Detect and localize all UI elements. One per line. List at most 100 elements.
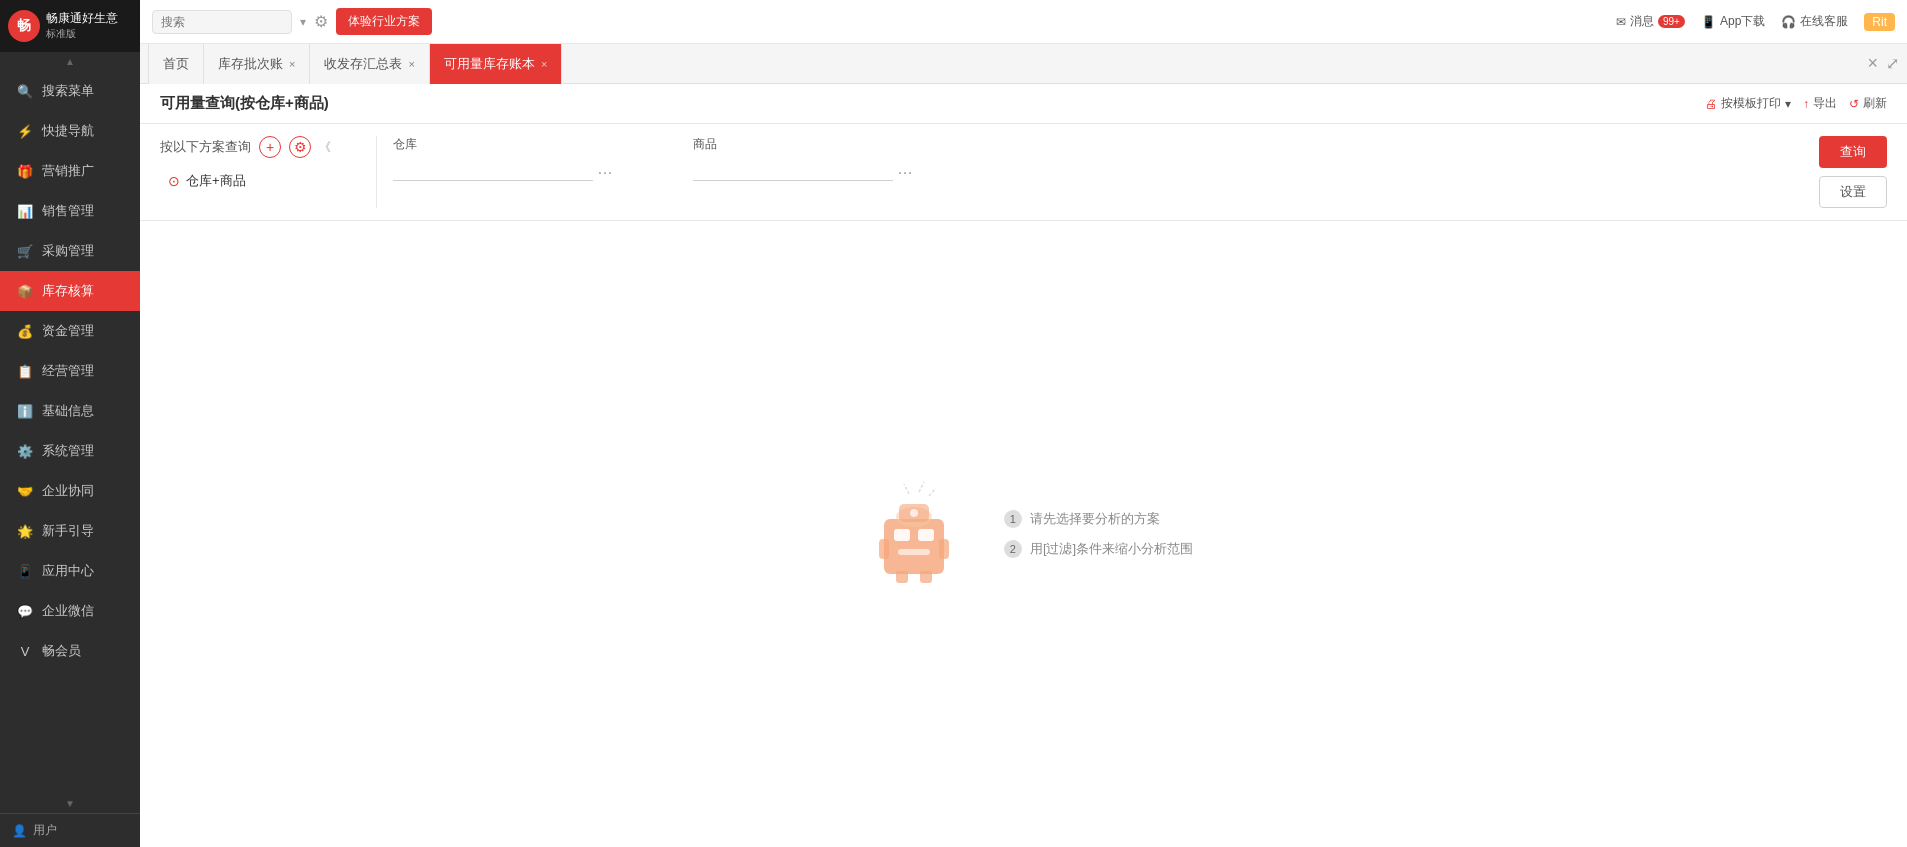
tab-inventory-summary-close[interactable]: ×	[408, 58, 414, 70]
svg-rect-5	[939, 539, 949, 559]
empty-hint-1-text: 请先选择要分析的方案	[1030, 510, 1160, 528]
box-icon: 📦	[16, 282, 34, 300]
print-button[interactable]: 🖨 按模板打印 ▾	[1705, 95, 1791, 112]
filter-field-product-label: 商品	[693, 136, 973, 153]
sidebar-scroll-up[interactable]: ▲	[0, 52, 140, 71]
sidebar-item-guide[interactable]: 🌟 新手引导	[0, 511, 140, 551]
step-2-number: 2	[1004, 540, 1022, 558]
sidebar-scroll-down[interactable]: ▼	[0, 794, 140, 813]
logo-icon: 畅	[8, 10, 40, 42]
clipboard-icon: 📋	[16, 362, 34, 380]
tab-available-ledger[interactable]: 可用量库存账本 ×	[430, 44, 562, 84]
sidebar-item-finance[interactable]: 💰 资金管理	[0, 311, 140, 351]
sidebar-item-label: 经营管理	[42, 362, 94, 380]
svg-rect-0	[884, 519, 944, 574]
online-service-button[interactable]: 🎧 在线客服	[1781, 13, 1848, 30]
settings-button[interactable]: 设置	[1819, 176, 1887, 208]
filter-divider	[376, 136, 377, 208]
filter-collapse-button[interactable]: 《	[319, 139, 331, 156]
empty-illustration	[854, 474, 974, 594]
handshake-icon: 🤝	[16, 482, 34, 500]
sidebar-header: 畅 畅康通好生意 标准版	[0, 0, 140, 52]
dropdown-icon[interactable]: ▾	[300, 15, 306, 29]
sidebar-item-vip[interactable]: V 畅会员	[0, 631, 140, 671]
sidebar-item-label: 销售管理	[42, 202, 94, 220]
sidebar-item-operation[interactable]: 📋 经营管理	[0, 351, 140, 391]
filter-field-product: 商品 …	[693, 136, 973, 181]
tabs-close-all-button[interactable]: ×	[1859, 53, 1886, 74]
sidebar-item-search[interactable]: 🔍 搜索菜单	[0, 71, 140, 111]
filter-fields: 仓库 … 商品 …	[393, 136, 1819, 181]
sidebar-bottom-user[interactable]: 👤 用户	[0, 813, 140, 847]
svg-rect-1	[894, 529, 910, 541]
sidebar-item-wechat[interactable]: 💬 企业微信	[0, 591, 140, 631]
sidebar-item-label: 应用中心	[42, 562, 94, 580]
export-button[interactable]: ↑ 导出	[1803, 95, 1837, 112]
filter-field-warehouse-input-row: …	[393, 157, 673, 181]
tab-batch-account-close[interactable]: ×	[289, 58, 295, 70]
sidebar-item-sales[interactable]: 📊 销售管理	[0, 191, 140, 231]
filter-add-button[interactable]: +	[259, 136, 281, 158]
sidebar-item-label: 快捷导航	[42, 122, 94, 140]
svg-rect-6	[896, 571, 908, 583]
empty-state: 1 请先选择要分析的方案 2 用[过滤]条件来缩小分析范围	[140, 221, 1907, 847]
app-download-button[interactable]: 📱 App下载	[1701, 13, 1765, 30]
sidebar-item-shortcut[interactable]: ⚡ 快捷导航	[0, 111, 140, 151]
sidebar-item-label: 畅会员	[42, 642, 81, 660]
tabs-expand-button[interactable]: ⤢	[1886, 54, 1899, 73]
topbar-search-input[interactable]	[152, 10, 292, 34]
user-icon: 👤	[12, 824, 27, 838]
tab-available-ledger-label: 可用量库存账本	[444, 55, 535, 73]
sidebar-menu: 🔍 搜索菜单 ⚡ 快捷导航 🎁 营销推广 📊 销售管理 🛒 采购管理 📦 库存核…	[0, 71, 140, 794]
tab-home[interactable]: 首页	[148, 44, 204, 84]
tab-batch-account-label: 库存批次账	[218, 55, 283, 73]
filter-product-input[interactable]	[693, 157, 893, 181]
sidebar: 畅 畅康通好生意 标准版 ▲ 🔍 搜索菜单 ⚡ 快捷导航 🎁 营销推广 📊 销售…	[0, 0, 140, 847]
search-nav-icon: 🔍	[16, 82, 34, 100]
star-icon: 🌟	[16, 522, 34, 540]
message-badge: 99+	[1658, 15, 1685, 28]
money-icon: 💰	[16, 322, 34, 340]
sidebar-item-marketing[interactable]: 🎁 营销推广	[0, 151, 140, 191]
tab-home-label: 首页	[163, 55, 189, 73]
filter-product-more-icon[interactable]: …	[897, 160, 913, 178]
sidebar-item-enterprise[interactable]: 🤝 企业协同	[0, 471, 140, 511]
topbar: ▾ ⚙ 体验行业方案 ✉ 消息 99+ 📱 App下载 🎧 在线客服 Rit	[140, 0, 1907, 44]
tab-available-ledger-close[interactable]: ×	[541, 58, 547, 70]
sidebar-item-purchase[interactable]: 🛒 采购管理	[0, 231, 140, 271]
sidebar-item-basic[interactable]: ℹ️ 基础信息	[0, 391, 140, 431]
svg-point-10	[910, 509, 918, 517]
filter-warehouse-more-icon[interactable]: …	[597, 160, 613, 178]
refresh-icon: ↺	[1849, 97, 1859, 111]
sidebar-item-appcenter[interactable]: 📱 应用中心	[0, 551, 140, 591]
tabs-bar: 首页 库存批次账 × 收发存汇总表 × 可用量库存账本 × × ⤢	[140, 44, 1907, 84]
sidebar-subtitle: 标准版	[46, 27, 118, 41]
message-label: 消息	[1630, 13, 1654, 30]
tab-batch-account[interactable]: 库存批次账 ×	[204, 44, 310, 84]
refresh-button[interactable]: ↺ 刷新	[1849, 95, 1887, 112]
empty-hint-2: 2 用[过滤]条件来缩小分析范围	[1004, 540, 1193, 558]
trial-industry-button[interactable]: 体验行业方案	[336, 8, 432, 35]
export-label: 导出	[1813, 95, 1837, 112]
svg-line-12	[919, 482, 924, 492]
filter-field-warehouse-label: 仓库	[393, 136, 673, 153]
mobile-icon: 📱	[16, 562, 34, 580]
message-icon: ✉	[1616, 15, 1626, 29]
wechat-icon: 💬	[16, 602, 34, 620]
refresh-label: 刷新	[1863, 95, 1887, 112]
filter-option-warehouse-product[interactable]: ⊙ 仓库+商品	[160, 166, 360, 196]
print-dropdown-icon: ▾	[1785, 97, 1791, 111]
user-avatar[interactable]: Rit	[1864, 13, 1895, 31]
query-button[interactable]: 查询	[1819, 136, 1887, 168]
topbar-gear-icon[interactable]: ⚙	[314, 12, 328, 31]
export-icon: ↑	[1803, 97, 1809, 111]
message-button[interactable]: ✉ 消息 99+	[1616, 13, 1685, 30]
svg-line-11	[904, 484, 909, 494]
sidebar-item-label: 企业协同	[42, 482, 94, 500]
tab-inventory-summary[interactable]: 收发存汇总表 ×	[310, 44, 429, 84]
sidebar-item-inventory[interactable]: 📦 库存核算	[0, 271, 140, 311]
filter-scheme-settings-button[interactable]: ⚙	[289, 136, 311, 158]
sidebar-item-system[interactable]: ⚙️ 系统管理	[0, 431, 140, 471]
filter-warehouse-input[interactable]	[393, 157, 593, 181]
filter-field-warehouse: 仓库 …	[393, 136, 673, 181]
